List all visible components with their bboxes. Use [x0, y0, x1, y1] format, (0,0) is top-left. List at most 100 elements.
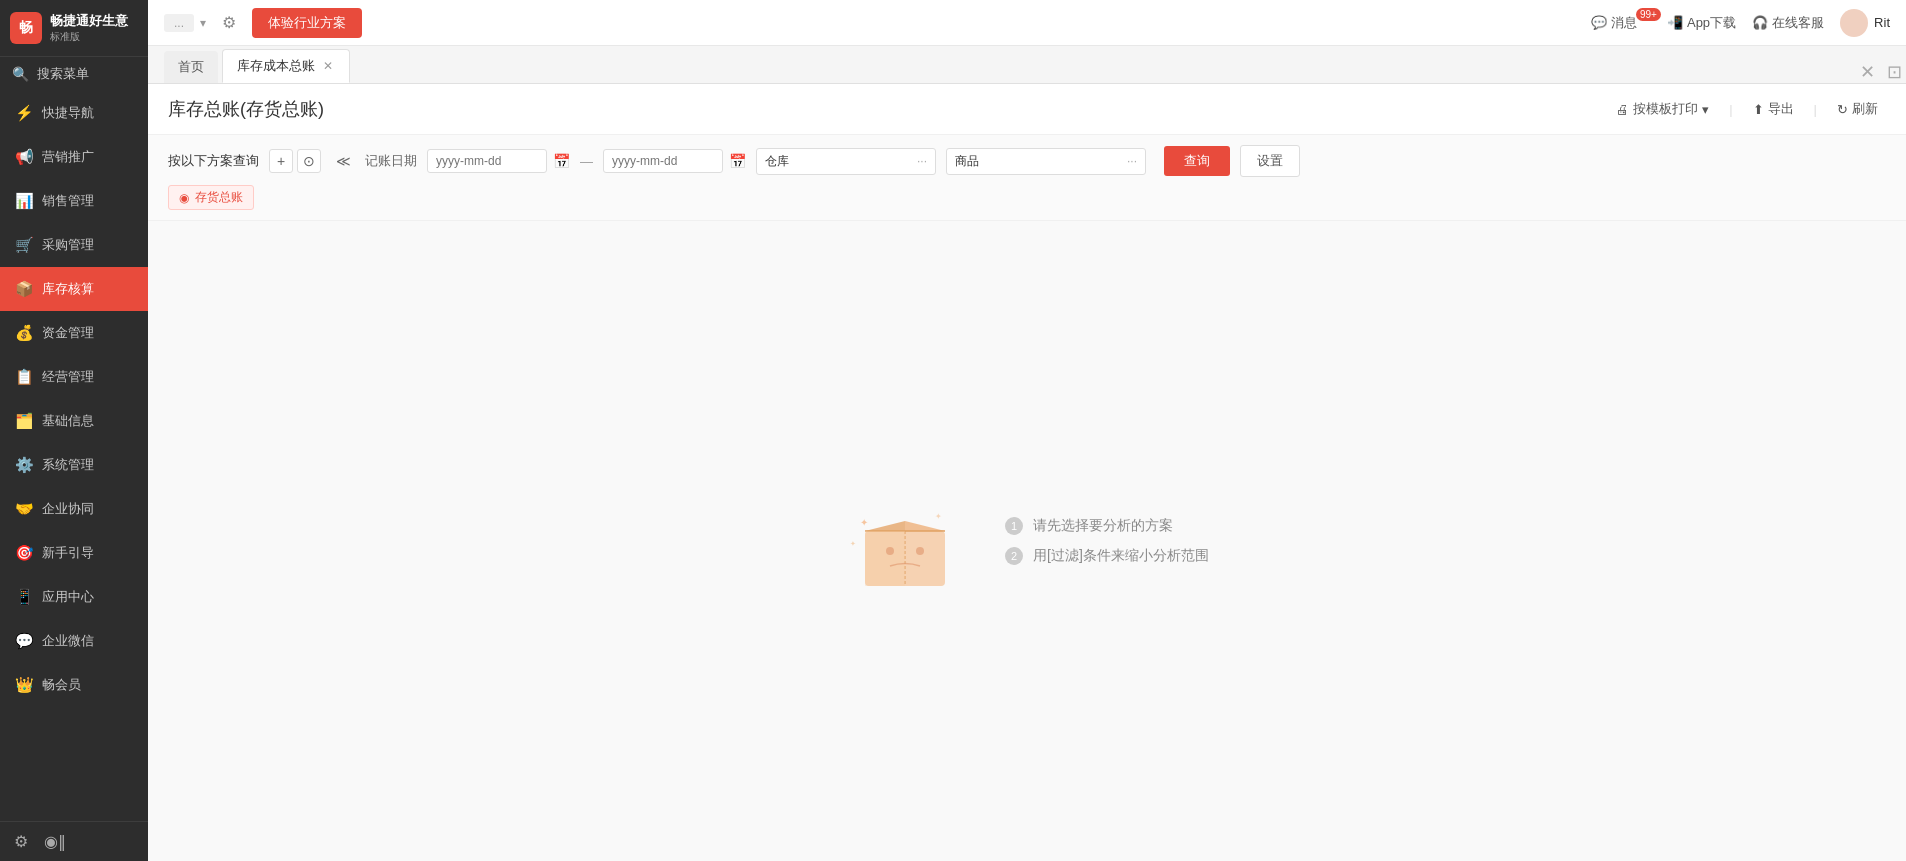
tab-panel-close-btn[interactable]: ✕	[1852, 61, 1883, 83]
basics-label: 基础信息	[42, 412, 94, 430]
app-download-item[interactable]: 📲 App下载	[1667, 14, 1736, 32]
online-service-label: 在线客服	[1772, 14, 1824, 32]
finance-icon: 💰	[14, 323, 34, 343]
sidebar: 畅 畅捷通好生意 标准版 🔍 搜索菜单 ⚡ 快捷导航 📢 营销推广 📊 销售管理…	[0, 0, 148, 861]
svg-point-7	[916, 547, 924, 555]
tab-close-icon[interactable]: ✕	[321, 59, 335, 73]
message-icon: 💬	[1591, 15, 1607, 30]
marketing-icon: 📢	[14, 147, 34, 167]
operations-icon: 📋	[14, 367, 34, 387]
svg-rect-5	[865, 531, 905, 586]
sidebar-item-app-center[interactable]: 📱 应用中心	[0, 575, 148, 619]
breadcrumb: ... ▾	[164, 14, 206, 32]
filter-collapse-btn[interactable]: ≪	[331, 149, 355, 173]
refresh-btn[interactable]: ↻ 刷新	[1829, 96, 1886, 122]
date-dash: —	[580, 154, 593, 169]
sidebar-item-system[interactable]: ⚙️ 系统管理	[0, 443, 148, 487]
export-btn[interactable]: ⬆ 导出	[1745, 96, 1802, 122]
calendar-end-icon[interactable]: 📅	[729, 153, 746, 169]
enterprise-wechat-icon: 💬	[14, 631, 34, 651]
svg-point-6	[886, 547, 894, 555]
svg-marker-2	[905, 521, 945, 531]
avatar	[1840, 9, 1868, 37]
sidebar-item-sales[interactable]: 📊 销售管理	[0, 179, 148, 223]
page-actions: 🖨 按模板打印 ▾ | ⬆ 导出 | ↻ 刷新	[1608, 96, 1886, 122]
message-badge: 99+	[1636, 8, 1661, 21]
step2-num: 2	[1005, 547, 1023, 565]
tab-home[interactable]: 首页	[164, 51, 218, 83]
members-icon: 👑	[14, 675, 34, 695]
user-menu[interactable]: Rit	[1840, 9, 1890, 37]
sidebar-item-purchase[interactable]: 🛒 采购管理	[0, 223, 148, 267]
print-icon: 🖨	[1616, 102, 1629, 117]
online-service-item[interactable]: 🎧 在线客服	[1752, 14, 1824, 32]
export-label: 导出	[1768, 100, 1794, 118]
warehouse-label: 仓库	[765, 153, 789, 170]
filter-add-btn[interactable]: +	[269, 149, 293, 173]
app-center-icon: 📱	[14, 587, 34, 607]
calendar-start-icon[interactable]: 📅	[553, 153, 570, 169]
page-title: 库存总账(存货总账)	[168, 97, 324, 121]
sidebar-item-inventory[interactable]: 📦 库存核算	[0, 267, 148, 311]
date-end-group: 📅	[603, 149, 746, 173]
date-end-input[interactable]	[603, 149, 723, 173]
sidebar-item-marketing[interactable]: 📢 营销推广	[0, 135, 148, 179]
scheme-tag-icon: ◉	[179, 191, 189, 205]
warehouse-more-icon: ···	[917, 154, 927, 168]
topbar-right: 💬 消息 99+ 📲 App下载 🎧 在线客服 Rit	[1591, 9, 1890, 37]
topbar-settings-icon[interactable]: ⚙	[222, 13, 236, 32]
date-start-input[interactable]	[427, 149, 547, 173]
system-label: 系统管理	[42, 456, 94, 474]
tabbar: 首页 库存成本总账 ✕ ✕ ⊡	[148, 46, 1906, 84]
newbie-icon: 🎯	[14, 543, 34, 563]
app-download-label: App下载	[1687, 14, 1736, 32]
solution-button[interactable]: 体验行业方案	[252, 8, 362, 38]
refresh-label: 刷新	[1852, 100, 1878, 118]
sidebar-item-cooperation[interactable]: 🤝 企业协同	[0, 487, 148, 531]
sales-icon: 📊	[14, 191, 34, 211]
empty-step1: 1 请先选择要分析的方案	[1005, 517, 1209, 535]
date-start-group: 📅	[427, 149, 570, 173]
footer-audio-icon[interactable]: ◉‖	[44, 832, 66, 851]
tab-inventory-ledger[interactable]: 库存成本总账 ✕	[222, 49, 350, 83]
sidebar-item-newbie[interactable]: 🎯 新手引导	[0, 531, 148, 575]
cooperation-label: 企业协同	[42, 500, 94, 518]
search-btn[interactable]: 查询	[1164, 146, 1230, 176]
brand-name: 畅捷通好生意	[50, 12, 128, 30]
purchase-label: 采购管理	[42, 236, 94, 254]
filter-fields: 记账日期 📅 — 📅 仓库 ··· 商品	[365, 145, 1300, 177]
search-menu-item[interactable]: 🔍 搜索菜单	[0, 57, 148, 91]
setup-btn[interactable]: 设置	[1240, 145, 1300, 177]
quick-nav-label: 快捷导航	[42, 104, 94, 122]
filter-edit-btn[interactable]: ⊙	[297, 149, 321, 173]
breadcrumb-text: ...	[164, 14, 194, 32]
cooperation-icon: 🤝	[14, 499, 34, 519]
print-btn[interactable]: 🖨 按模板打印 ▾	[1608, 96, 1717, 122]
product-label: 商品	[955, 153, 979, 170]
message-label: 消息	[1611, 14, 1637, 32]
page-area: 库存总账(存货总账) 🖨 按模板打印 ▾ | ⬆ 导出 | ↻ 刷新	[148, 84, 1906, 861]
footer-settings-icon[interactable]: ⚙	[14, 832, 28, 851]
headset-icon: 🎧	[1752, 15, 1768, 30]
tab-panel-expand-btn[interactable]: ⊡	[1883, 61, 1906, 83]
sidebar-item-basics[interactable]: 🗂️ 基础信息	[0, 399, 148, 443]
sales-label: 销售管理	[42, 192, 94, 210]
app-center-label: 应用中心	[42, 588, 94, 606]
sidebar-item-quick-nav[interactable]: ⚡ 快捷导航	[0, 91, 148, 135]
app-download-icon: 📲	[1667, 15, 1683, 30]
sidebar-item-enterprise-wechat[interactable]: 💬 企业微信	[0, 619, 148, 663]
sidebar-footer: ⚙ ◉‖	[0, 821, 148, 861]
product-selector[interactable]: 商品 ···	[946, 148, 1146, 175]
action-divider2: |	[1814, 102, 1817, 117]
marketing-label: 营销推广	[42, 148, 94, 166]
scheme-tag[interactable]: ◉ 存货总账	[168, 185, 254, 210]
sidebar-item-finance[interactable]: 💰 资金管理	[0, 311, 148, 355]
sidebar-item-operations[interactable]: 📋 经营管理	[0, 355, 148, 399]
print-chevron-icon: ▾	[1702, 102, 1709, 117]
breadcrumb-chevron-icon[interactable]: ▾	[200, 16, 206, 30]
message-item[interactable]: 💬 消息 99+	[1591, 14, 1651, 32]
sidebar-item-members[interactable]: 👑 畅会员	[0, 663, 148, 707]
main-content: ... ▾ ⚙ 体验行业方案 💬 消息 99+ 📲 App下载 🎧 在线客服 R…	[148, 0, 1906, 861]
warehouse-selector[interactable]: 仓库 ···	[756, 148, 936, 175]
filter-row2: ◉ 存货总账	[168, 185, 1886, 210]
